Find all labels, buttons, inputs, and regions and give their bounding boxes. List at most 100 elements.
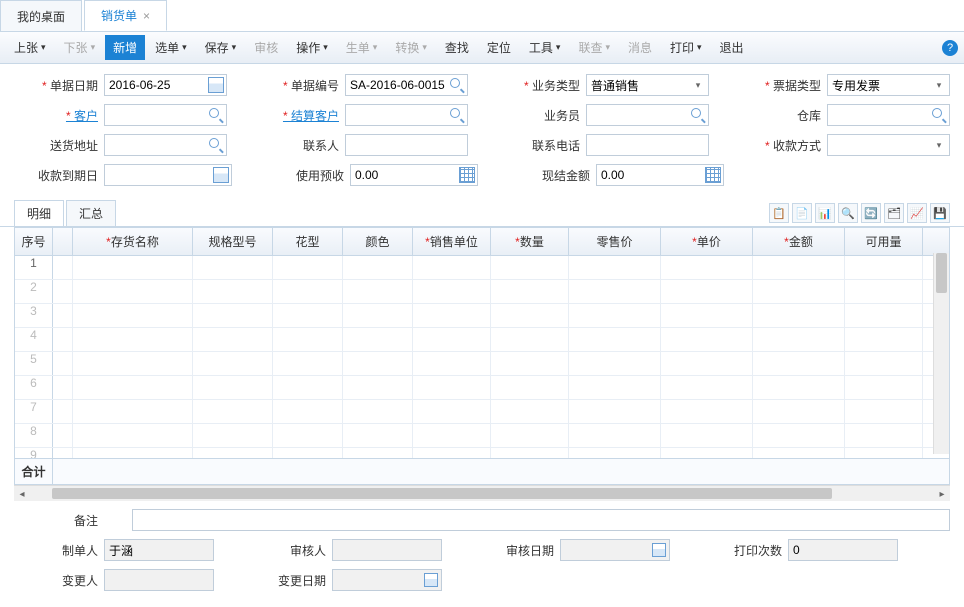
calendar-icon[interactable] — [208, 77, 224, 93]
search-icon[interactable] — [690, 107, 706, 123]
grid-cell[interactable] — [193, 448, 273, 458]
grid-cell[interactable] — [343, 424, 413, 447]
grid-cell[interactable] — [193, 280, 273, 303]
table-row[interactable]: 3 — [15, 304, 949, 328]
calendar-icon[interactable] — [213, 167, 229, 183]
table-row[interactable]: 8 — [15, 424, 949, 448]
horizontal-scrollbar[interactable]: ◂ ▸ — [14, 485, 950, 501]
grid-cell[interactable] — [193, 328, 273, 351]
search-icon[interactable] — [208, 137, 224, 153]
grid-col-rownum[interactable]: 序号 — [15, 228, 53, 255]
grid-cell[interactable] — [569, 424, 661, 447]
grid-cell[interactable] — [73, 280, 193, 303]
pay-method-select[interactable]: ▾ — [827, 134, 950, 156]
grid-cell[interactable] — [273, 352, 343, 375]
grid-cell[interactable] — [413, 448, 491, 458]
settle-customer-label[interactable]: 结算客户 — [255, 107, 345, 124]
grid-cell[interactable] — [661, 328, 753, 351]
grid-cell[interactable] — [73, 352, 193, 375]
grid-cell[interactable] — [413, 400, 491, 423]
grid-cell[interactable] — [73, 400, 193, 423]
grid-cell[interactable] — [491, 280, 569, 303]
table-row[interactable]: 4 — [15, 328, 949, 352]
grid-cell[interactable] — [193, 304, 273, 327]
grid-col-color[interactable]: 颜色 — [343, 228, 413, 255]
grid-cell[interactable] — [491, 352, 569, 375]
customer-input[interactable] — [104, 104, 227, 126]
grid-cell[interactable] — [343, 352, 413, 375]
grid-cell[interactable] — [661, 256, 753, 279]
grid-col-spec[interactable]: 规格型号 — [193, 228, 273, 255]
grid-cell[interactable] — [491, 376, 569, 399]
grid-cell[interactable] — [569, 256, 661, 279]
grid-cell[interactable] — [753, 328, 845, 351]
grid-cell[interactable] — [273, 424, 343, 447]
grid-cell[interactable] — [845, 328, 923, 351]
grid-cell[interactable] — [845, 256, 923, 279]
grid-cell[interactable] — [343, 304, 413, 327]
customer-label[interactable]: 客户 — [14, 107, 104, 124]
chevron-down-icon[interactable]: ▾ — [690, 77, 706, 93]
subtab-明细[interactable]: 明细 — [14, 200, 64, 226]
grid-cell[interactable] — [845, 352, 923, 375]
grid-cell[interactable] — [273, 328, 343, 351]
table-row[interactable]: 1 — [15, 256, 949, 280]
grid-cell[interactable] — [753, 448, 845, 458]
grid-cell[interactable] — [569, 448, 661, 458]
grid-cell[interactable] — [343, 448, 413, 458]
refresh-icon[interactable]: 🔄 — [861, 203, 881, 223]
grid-icon[interactable] — [459, 167, 475, 183]
grid-cell[interactable] — [73, 448, 193, 458]
grid-cell[interactable] — [413, 328, 491, 351]
paste-icon[interactable]: 📄 — [792, 203, 812, 223]
grid-cell[interactable] — [273, 304, 343, 327]
table-row[interactable]: 7 — [15, 400, 949, 424]
toolbar-操作[interactable]: 操作 — [288, 35, 336, 60]
grid-cell[interactable] — [845, 280, 923, 303]
grid-cell[interactable] — [273, 400, 343, 423]
due-date-input[interactable] — [104, 164, 232, 186]
table-row[interactable]: 9 — [15, 448, 949, 458]
chevron-down-icon[interactable]: ▾ — [931, 77, 947, 93]
search-icon[interactable] — [449, 77, 465, 93]
biz-type-select[interactable]: ▾ — [586, 74, 709, 96]
grid-cell[interactable] — [845, 304, 923, 327]
cash-input[interactable] — [596, 164, 724, 186]
grid-cell[interactable] — [73, 328, 193, 351]
grid-cell[interactable] — [53, 424, 73, 447]
grid-cell[interactable] — [273, 280, 343, 303]
grid-cell[interactable] — [53, 400, 73, 423]
grid-cell[interactable] — [53, 376, 73, 399]
grid-cell[interactable] — [343, 280, 413, 303]
grid-cell[interactable] — [569, 328, 661, 351]
grid-cell[interactable] — [73, 376, 193, 399]
close-icon[interactable]: × — [143, 9, 150, 23]
grid-col-pattern[interactable]: 花型 — [273, 228, 343, 255]
grid-cell[interactable] — [569, 352, 661, 375]
search-icon[interactable] — [931, 107, 947, 123]
grid-cell[interactable] — [413, 304, 491, 327]
hscroll-thumb[interactable] — [52, 488, 832, 499]
hscroll-right-arrow-icon[interactable]: ▸ — [934, 486, 950, 502]
page-tab[interactable]: 销货单× — [84, 0, 167, 31]
phone-input[interactable] — [586, 134, 709, 156]
bill-date-input[interactable] — [104, 74, 227, 96]
grid-cell[interactable] — [53, 304, 73, 327]
subtab-汇总[interactable]: 汇总 — [66, 200, 116, 226]
toolbar-上张[interactable]: 上张 — [6, 35, 54, 60]
search-icon[interactable] — [208, 107, 224, 123]
grid-cell[interactable] — [491, 448, 569, 458]
grid-cell[interactable] — [569, 280, 661, 303]
grid-cell[interactable] — [53, 280, 73, 303]
grid-cell[interactable] — [845, 424, 923, 447]
grid-cell[interactable] — [193, 376, 273, 399]
grid-cell[interactable] — [273, 256, 343, 279]
chevron-down-icon[interactable]: ▾ — [931, 137, 947, 153]
toolbar-打印[interactable]: 打印 — [662, 35, 710, 60]
grid-cell[interactable] — [845, 400, 923, 423]
grid-cell[interactable] — [413, 352, 491, 375]
address-input[interactable] — [104, 134, 227, 156]
grid-cell[interactable] — [413, 424, 491, 447]
grid-cell[interactable]: 1 — [15, 256, 53, 279]
grid-body[interactable]: 123456789 — [15, 256, 949, 458]
